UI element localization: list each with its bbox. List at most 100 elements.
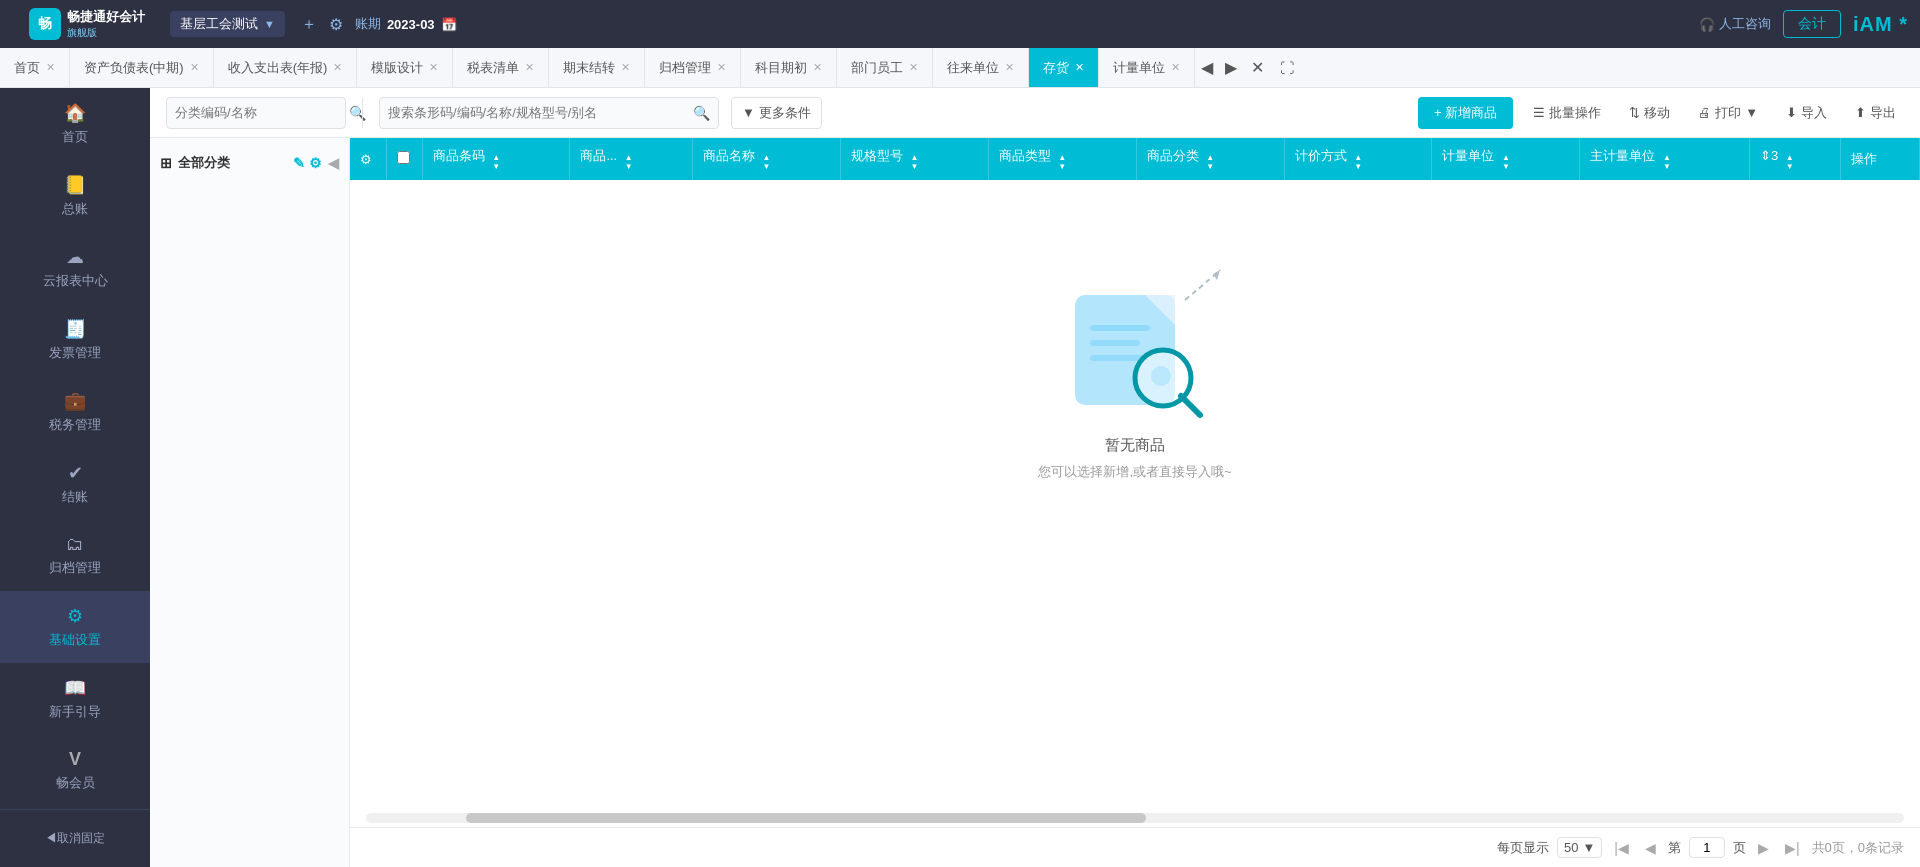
main-layout: 🏠 首页 📒 总账 ☁ 云报表中心 🧾 发票管理 💼 税务管理 ✔ 结账 🗂 归…	[0, 88, 1920, 867]
batch-icon: ☰	[1533, 105, 1545, 120]
move-button[interactable]: ⇅ 移动	[1621, 97, 1678, 129]
sidebar-item-home[interactable]: 🏠 首页	[0, 88, 150, 160]
th-barcode[interactable]: 商品条码 ▲▼	[422, 138, 570, 180]
tab-subject[interactable]: 科目期初 ✕	[741, 48, 837, 88]
category-search-icon[interactable]: 🔍	[349, 105, 366, 121]
sidebar-label-guide: 新手引导	[49, 703, 101, 721]
category-search-input[interactable]	[175, 105, 343, 120]
tab-home-close[interactable]: ✕	[46, 61, 55, 74]
tab-income-close[interactable]: ✕	[333, 61, 342, 74]
tab-subject-close[interactable]: ✕	[813, 61, 822, 74]
svg-rect-3	[1090, 340, 1140, 346]
print-button[interactable]: 🖨 打印 ▼	[1690, 97, 1766, 129]
unpin-button[interactable]: ◀取消固定	[0, 822, 150, 855]
consult-button[interactable]: 🎧 人工咨询	[1699, 15, 1771, 33]
svg-rect-2	[1090, 325, 1150, 331]
tab-tax[interactable]: 税表清单 ✕	[453, 48, 549, 88]
tab-partner-close[interactable]: ✕	[1005, 61, 1014, 74]
sidebar-item-guide[interactable]: 📖 新手引导	[0, 663, 150, 735]
th-spec[interactable]: 规格型号 ▲▼	[840, 138, 988, 180]
new-product-button[interactable]: + 新增商品	[1418, 97, 1513, 129]
tab-inventory-label: 存货	[1043, 59, 1069, 77]
page-number-input[interactable]	[1689, 837, 1725, 858]
tab-unit-close[interactable]: ✕	[1171, 61, 1180, 74]
archive-icon: 🗂	[66, 534, 84, 555]
table-scroll-wrap[interactable]: ⚙ 商品条码 ▲▼ 商品... ▲▼	[350, 138, 1920, 809]
tab-income[interactable]: 收入支出表(年报) ✕	[214, 48, 358, 88]
sidebar-item-tax[interactable]: 💼 税务管理	[0, 376, 150, 448]
tab-template-close[interactable]: ✕	[429, 61, 438, 74]
tab-dept[interactable]: 部门员工 ✕	[837, 48, 933, 88]
sidebar-item-cloud[interactable]: ☁ 云报表中心	[0, 232, 150, 304]
th-price-mode[interactable]: 计价方式 ▲▼	[1284, 138, 1432, 180]
tab-maximize-button[interactable]: ⛶	[1272, 48, 1302, 88]
th-category[interactable]: 商品分类 ▲▼	[1136, 138, 1284, 180]
app-title: 畅捷通好会计	[67, 8, 145, 26]
tab-dept-label: 部门员工	[851, 59, 903, 77]
tab-partner[interactable]: 往来单位 ✕	[933, 48, 1029, 88]
main-search-input[interactable]	[388, 105, 687, 120]
export-icon: ⬆	[1855, 105, 1866, 120]
tab-tax-close[interactable]: ✕	[525, 61, 534, 74]
tab-period-close[interactable]: ✕	[621, 61, 630, 74]
tab-balance-close[interactable]: ✕	[190, 61, 199, 74]
empty-illustration	[1045, 260, 1225, 420]
th-type[interactable]: 商品类型 ▲▼	[988, 138, 1136, 180]
collapse-icon[interactable]: ◀	[328, 155, 339, 171]
sidebar-label-checkout: 结账	[62, 488, 88, 506]
tab-dept-close[interactable]: ✕	[909, 61, 918, 74]
sidebar-item-invoice[interactable]: 🧾 发票管理	[0, 304, 150, 376]
page-prev-button[interactable]: ◀	[1641, 840, 1660, 856]
scrollbar-thumb[interactable]	[466, 813, 1146, 823]
top-header: 畅 畅捷通好会计 旗舰版 基层工会测试 ▼ ＋ ⚙ 账期 2023-03 📅 🎧…	[0, 0, 1920, 48]
home-icon: 🏠	[64, 102, 86, 124]
add-tab-button[interactable]: ＋	[301, 14, 317, 35]
left-panel-icons: ✎ ⚙	[293, 155, 322, 171]
company-selector[interactable]: 基层工会测试 ▼	[170, 11, 285, 37]
page-size-select[interactable]: 50 ▼	[1557, 837, 1602, 858]
tab-archive-close[interactable]: ✕	[717, 61, 726, 74]
left-panel-settings-icon[interactable]: ⚙	[309, 155, 322, 171]
sidebar-item-checkout[interactable]: ✔ 结账	[0, 448, 150, 520]
th-code[interactable]: 商品... ▲▼	[570, 138, 693, 180]
filter-button[interactable]: ▼ 更多条件	[731, 97, 822, 129]
tab-inventory[interactable]: 存货 ✕	[1029, 48, 1099, 88]
headset-icon: 🎧	[1699, 17, 1715, 32]
th-col3[interactable]: ⇕3 ▲▼	[1749, 138, 1840, 180]
tab-template[interactable]: 模版设计 ✕	[357, 48, 453, 88]
left-panel-edit-icon[interactable]: ✎	[293, 155, 305, 171]
tab-period[interactable]: 期末结转 ✕	[549, 48, 645, 88]
tab-prev-button[interactable]: ◀	[1195, 48, 1219, 88]
tab-close-all-button[interactable]: ✕	[1243, 48, 1272, 88]
th-settings[interactable]: ⚙	[350, 138, 386, 180]
horizontal-scrollbar[interactable]	[366, 813, 1904, 823]
calendar-icon[interactable]: 📅	[441, 17, 457, 32]
tab-unit[interactable]: 计量单位 ✕	[1099, 48, 1195, 88]
company-dropdown-icon: ▼	[264, 18, 275, 30]
tab-archive[interactable]: 归档管理 ✕	[645, 48, 741, 88]
th-name[interactable]: 商品名称 ▲▼	[692, 138, 840, 180]
select-all-checkbox[interactable]	[397, 151, 410, 164]
tab-balance[interactable]: 资产负债表(中期) ✕	[70, 48, 214, 88]
batch-button[interactable]: ☰ 批量操作	[1525, 97, 1609, 129]
page-last-button[interactable]: ▶|	[1781, 840, 1804, 856]
kuaiji-button[interactable]: 会计	[1783, 10, 1841, 38]
page-next-button[interactable]: ▶	[1754, 840, 1773, 856]
settings-button[interactable]: ⚙	[329, 15, 343, 34]
sidebar-item-archive[interactable]: 🗂 归档管理	[0, 520, 150, 591]
th-action: 操作	[1841, 138, 1920, 180]
tab-home[interactable]: 首页 ✕	[0, 48, 70, 88]
page-first-button[interactable]: |◀	[1610, 840, 1633, 856]
total-info: 共0页，0条记录	[1812, 839, 1904, 857]
export-button[interactable]: ⬆ 导出	[1847, 97, 1904, 129]
main-search-icon[interactable]: 🔍	[693, 105, 710, 121]
tab-inventory-close[interactable]: ✕	[1075, 61, 1084, 74]
sidebar-item-settings[interactable]: ⚙ 基础设置	[0, 591, 150, 663]
th-checkbox[interactable]	[386, 138, 422, 180]
th-unit[interactable]: 计量单位 ▲▼	[1432, 138, 1580, 180]
tab-next-button[interactable]: ▶	[1219, 48, 1243, 88]
import-button[interactable]: ⬇ 导入	[1778, 97, 1835, 129]
sidebar-item-ledger[interactable]: 📒 总账	[0, 160, 150, 232]
sidebar-item-member[interactable]: V 畅会员	[0, 735, 150, 806]
th-main-unit[interactable]: 主计量单位 ▲▼	[1580, 138, 1750, 180]
